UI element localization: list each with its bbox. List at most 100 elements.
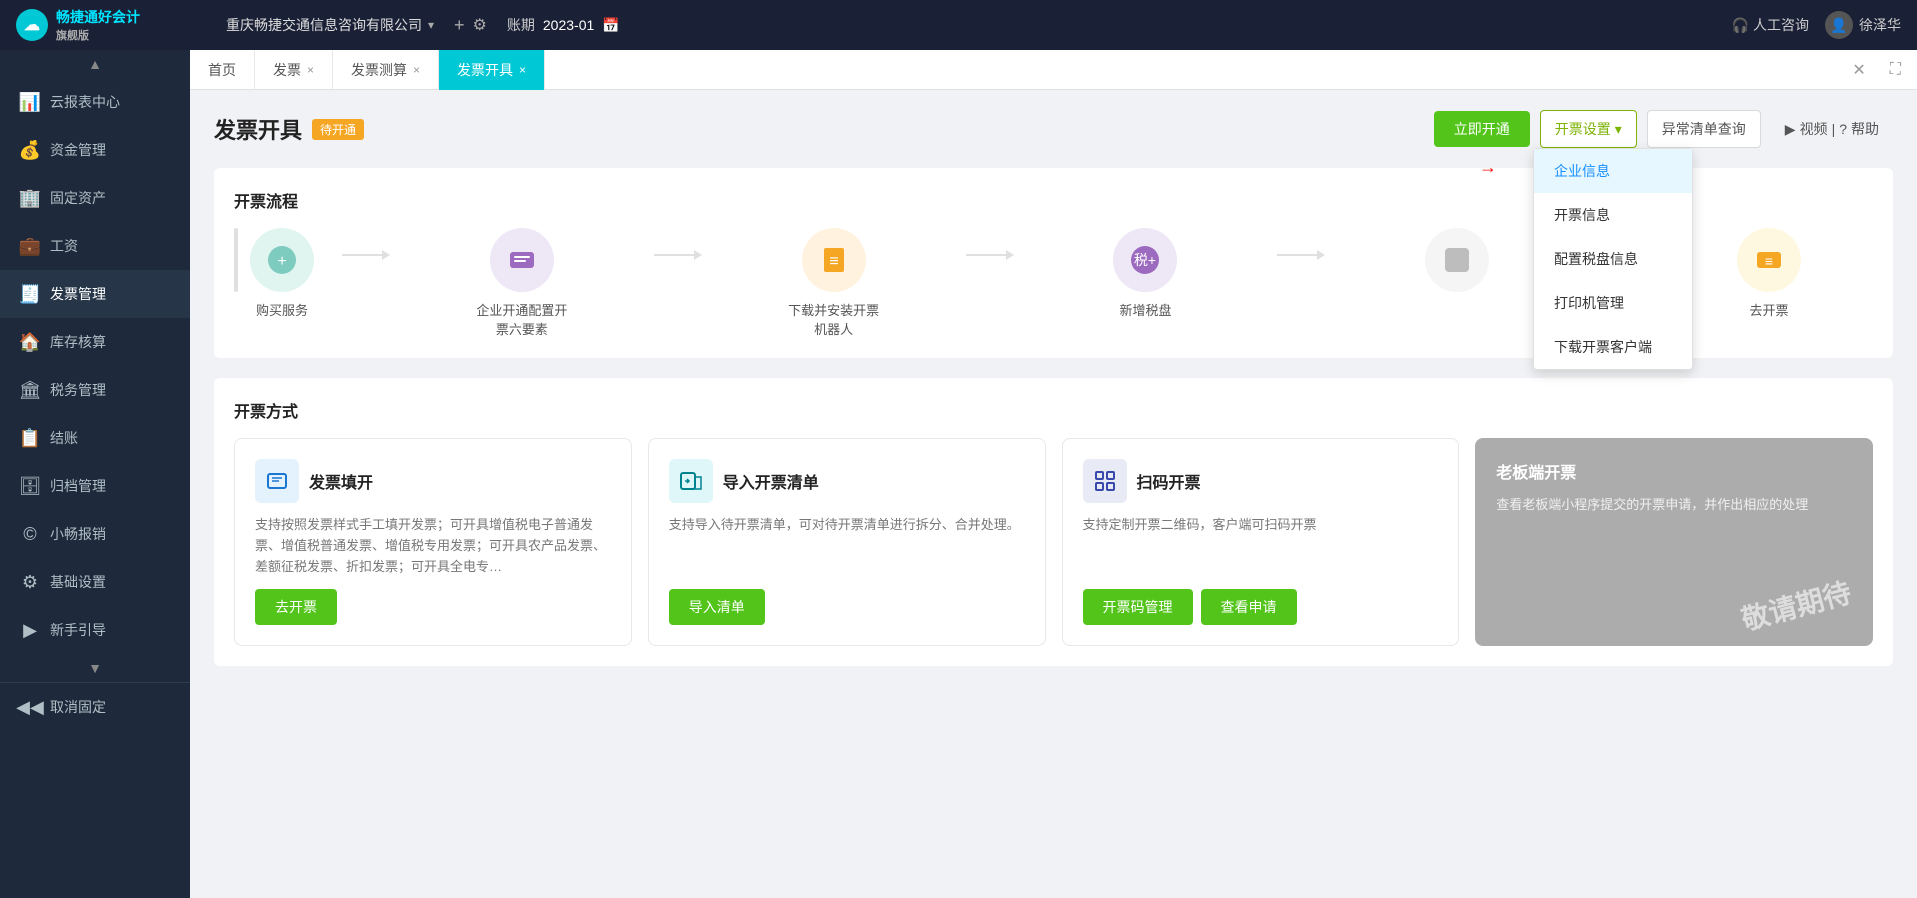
period-value: 2023-01 bbox=[543, 17, 594, 33]
company-name: 重庆畅捷交通信息咨询有限公司 bbox=[226, 15, 422, 35]
sidebar-item-archive[interactable]: 🗄 归档管理 bbox=[0, 462, 190, 510]
user-info[interactable]: 👤 徐泽华 bbox=[1825, 11, 1901, 39]
add-icon[interactable]: + bbox=[454, 15, 465, 36]
video-label: 视频 bbox=[1800, 119, 1828, 139]
sidebar-label-settle: 结账 bbox=[50, 428, 78, 448]
flow-step-placeholder bbox=[1353, 228, 1561, 300]
import-list-button[interactable]: 导入清单 bbox=[669, 589, 765, 625]
sidebar-scroll-up[interactable]: ▲ bbox=[0, 50, 190, 78]
question-icon: ? bbox=[1839, 121, 1847, 137]
service-button[interactable]: 🎧 人工咨询 bbox=[1732, 15, 1809, 35]
asset-icon: 🏢 bbox=[20, 188, 40, 208]
svg-text:+: + bbox=[277, 253, 286, 270]
tab-invoice-close[interactable]: × bbox=[307, 63, 314, 77]
window-close-icon[interactable]: ✕ bbox=[1844, 56, 1873, 84]
billing-card-scan: 扫码开票 支持定制开票二维码，客户端可扫码开票 开票码管理 查看申请 bbox=[1062, 438, 1460, 646]
period-label: 账期 bbox=[507, 15, 535, 35]
username: 徐泽华 bbox=[1859, 15, 1901, 35]
settings-dropdown: 企业信息 → 开票信息 配置税盘信息 打印机管理 bbox=[1533, 148, 1693, 370]
salary-icon: 💼 bbox=[20, 236, 40, 256]
logo-sub: 旗舰版 bbox=[56, 27, 140, 43]
billing-card-boss-header: 老板端开票 bbox=[1496, 459, 1852, 483]
billing-methods-grid: 发票填开 支持按照发票样式手工填开发票；可开具增值税电子普通发票、增值税普通发票… bbox=[234, 438, 1873, 646]
billing-scan-title: 扫码开票 bbox=[1137, 469, 1201, 493]
billing-import-actions: 导入清单 bbox=[669, 589, 1025, 625]
flow-step-go-invoice: ≡ 去开票 bbox=[1665, 228, 1873, 319]
sidebar-item-invoice[interactable]: 🧾 发票管理 bbox=[0, 270, 190, 318]
svg-text:税+: 税+ bbox=[1134, 252, 1156, 268]
tab-invoice-tool[interactable]: 发票开具 × bbox=[439, 50, 545, 90]
connector-4 bbox=[1249, 250, 1353, 260]
tab-invoice-tool-close[interactable]: × bbox=[519, 63, 526, 77]
window-expand-icon[interactable]: ⛶ bbox=[1882, 57, 1909, 83]
scan-view-apply-button[interactable]: 查看申请 bbox=[1201, 589, 1297, 625]
dropdown-item-tax-disk[interactable]: 配置税盘信息 bbox=[1534, 237, 1692, 281]
sidebar-label-unpin: 取消固定 bbox=[50, 697, 106, 717]
svg-text:≡: ≡ bbox=[829, 253, 838, 270]
play-icon: ▶ bbox=[1785, 121, 1796, 138]
tab-invoice-test[interactable]: 发票测算 × bbox=[333, 50, 439, 90]
avatar: 👤 bbox=[1825, 11, 1853, 39]
flow-step-download: ≡ 下载并安装开票机器人 bbox=[730, 228, 938, 338]
video-help-button[interactable]: ▶ 视频 | ? 帮助 bbox=[1771, 111, 1893, 147]
sidebar-item-asset[interactable]: 🏢 固定资产 bbox=[0, 174, 190, 222]
billing-scan-actions: 开票码管理 查看申请 bbox=[1083, 589, 1439, 625]
main-layout: ▲ 📊 云报表中心 💰 资金管理 🏢 固定资产 💼 工资 🧾 发票管理 🏠 库存… bbox=[0, 50, 1917, 898]
tab-invoice-test-close[interactable]: × bbox=[413, 63, 420, 77]
activate-button[interactable]: 立即开通 bbox=[1434, 111, 1530, 147]
logo-text-group: 畅捷通好会计 旗舰版 bbox=[56, 7, 140, 43]
sidebar-item-guide[interactable]: ▶ 新手引导 bbox=[0, 606, 190, 654]
billing-manual-title: 发票填开 bbox=[309, 469, 373, 493]
sidebar-item-fund[interactable]: 💰 资金管理 bbox=[0, 126, 190, 174]
settings-icon[interactable]: ⚙ bbox=[473, 15, 487, 35]
scan-code-manage-button[interactable]: 开票码管理 bbox=[1083, 589, 1193, 625]
flow-step-disk: 税+ 新增税盘 bbox=[1042, 228, 1250, 319]
dropdown-item-invoice-info[interactable]: 开票信息 bbox=[1534, 193, 1692, 237]
sidebar-item-report[interactable]: © 小畅报销 bbox=[0, 510, 190, 558]
sidebar-item-unpin[interactable]: ◀◀ 取消固定 bbox=[0, 682, 190, 731]
cloud-report-icon: 📊 bbox=[20, 92, 40, 112]
manual-go-invoice-button[interactable]: 去开票 bbox=[255, 589, 337, 625]
inventory-icon: 🏠 bbox=[20, 332, 40, 352]
tab-home[interactable]: 首页 bbox=[190, 50, 255, 90]
sidebar-item-settle[interactable]: 📋 结账 bbox=[0, 414, 190, 462]
flow-divider bbox=[234, 228, 238, 292]
top-right-area: 🎧 人工咨询 👤 徐泽华 bbox=[1732, 11, 1901, 39]
flow-step-placeholder-icon bbox=[1425, 228, 1489, 292]
sidebar-label-inventory: 库存核算 bbox=[50, 332, 106, 352]
logo-title: 畅捷通好会计 bbox=[56, 7, 140, 27]
company-selector[interactable]: 重庆畅捷交通信息咨询有限公司 ▾ bbox=[218, 11, 442, 39]
sidebar-item-basic[interactable]: ⚙ 基础设置 bbox=[0, 558, 190, 606]
basic-icon: ⚙ bbox=[20, 572, 40, 592]
sidebar-scroll-down[interactable]: ▼ bbox=[0, 654, 190, 682]
dropdown-item-download-client[interactable]: 下载开票客户端 bbox=[1534, 325, 1692, 369]
tab-invoice[interactable]: 发票 × bbox=[255, 50, 333, 90]
flow-step-config-label: 企业开通配置开票六要素 bbox=[472, 300, 572, 338]
settings-button[interactable]: 开票设置 ▾ bbox=[1540, 110, 1637, 148]
billing-boss-desc: 查看老板端小程序提交的开票申请，并作出相应的处理 bbox=[1496, 495, 1852, 516]
abnormal-button[interactable]: 异常清单查询 bbox=[1647, 110, 1761, 148]
svg-text:≡: ≡ bbox=[1765, 253, 1773, 269]
flow-step-buy: + 购买服务 bbox=[250, 228, 314, 319]
flow-step-go-invoice-icon: ≡ bbox=[1737, 228, 1801, 292]
flow-step-go-invoice-label: 去开票 bbox=[1750, 300, 1789, 319]
tax-icon: 🏛 bbox=[20, 380, 40, 400]
period-area: 账期 2023-01 📅 bbox=[507, 15, 620, 35]
guide-icon: ▶ bbox=[20, 620, 40, 640]
sidebar-item-tax[interactable]: 🏛 税务管理 bbox=[0, 366, 190, 414]
dropdown-item-printer[interactable]: 打印机管理 bbox=[1534, 281, 1692, 325]
sidebar-item-cloud-report[interactable]: 📊 云报表中心 bbox=[0, 78, 190, 126]
dropdown-item-company-info[interactable]: 企业信息 → bbox=[1534, 149, 1692, 193]
settings-button-label: 开票设置 bbox=[1555, 119, 1611, 139]
tab-home-label: 首页 bbox=[208, 60, 236, 80]
tabs-bar: 首页 发票 × 发票测算 × 发票开具 × ✕ ⛶ bbox=[190, 50, 1917, 90]
sidebar-item-inventory[interactable]: 🏠 库存核算 bbox=[0, 318, 190, 366]
connector-3 bbox=[938, 250, 1042, 260]
sidebar-label-guide: 新手引导 bbox=[50, 620, 106, 640]
billing-card-scan-header: 扫码开票 bbox=[1083, 459, 1439, 503]
flow-step-disk-label: 新增税盘 bbox=[1119, 300, 1171, 319]
sidebar-item-salary[interactable]: 💼 工资 bbox=[0, 222, 190, 270]
calendar-icon[interactable]: 📅 bbox=[602, 17, 619, 34]
flow-step-buy-label: 购买服务 bbox=[256, 300, 308, 319]
red-arrow-icon: → bbox=[1479, 157, 1497, 178]
